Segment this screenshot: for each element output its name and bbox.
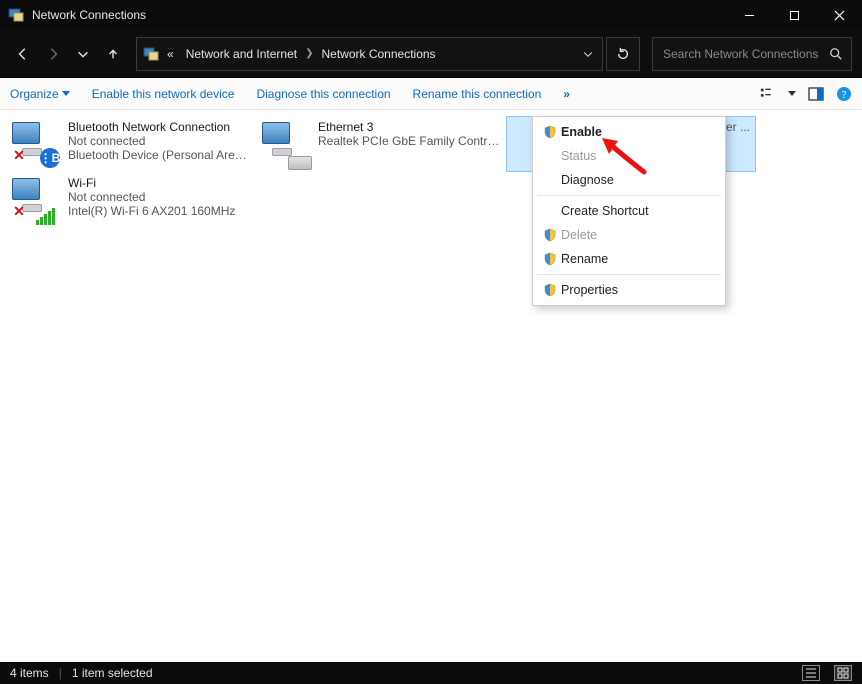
view-dropdown-icon[interactable] xyxy=(788,91,796,96)
adapter-item-bluetooth[interactable]: ✕ ⋮B Bluetooth Network Connection Not co… xyxy=(6,116,256,172)
address-dropdown-icon[interactable] xyxy=(580,48,596,60)
chevron-right-icon: ❯ xyxy=(305,48,313,59)
nav-back-button[interactable] xyxy=(10,41,36,67)
organize-menu[interactable]: Organize xyxy=(10,87,70,101)
menu-label: Delete xyxy=(561,228,713,242)
menu-item-create-shortcut[interactable]: Create Shortcut xyxy=(535,199,723,223)
search-icon[interactable] xyxy=(829,47,843,61)
adapter-device: Realtek PCIe GbE Family Controll... xyxy=(318,134,500,148)
view-options-button[interactable] xyxy=(760,86,776,102)
adapter-name: Ethernet 3 xyxy=(318,120,500,134)
wifi-signal-icon xyxy=(36,208,62,226)
app-icon xyxy=(8,7,24,23)
menu-label: Enable xyxy=(561,125,713,139)
window-title: Network Connections xyxy=(32,8,727,22)
diagnose-connection-button[interactable]: Diagnose this connection xyxy=(256,87,390,101)
chevron-down-icon xyxy=(62,91,70,96)
bluetooth-icon: ⋮B xyxy=(40,148,60,168)
adapter-list: ✕ ⋮B Bluetooth Network Connection Not co… xyxy=(0,110,862,234)
adapter-icon: ✕ ⋮B xyxy=(12,120,60,168)
enable-device-button[interactable]: Enable this network device xyxy=(92,87,235,101)
disabled-x-icon: ✕ xyxy=(12,148,26,162)
status-separator: | xyxy=(59,666,62,680)
status-item-count: 4 items xyxy=(10,666,49,680)
status-bar: 4 items | 1 item selected xyxy=(0,662,862,684)
window-controls xyxy=(727,0,862,30)
toolbar-overflow-button[interactable]: » xyxy=(563,87,568,101)
menu-item-diagnose[interactable]: Diagnose xyxy=(535,168,723,192)
command-toolbar: Organize Enable this network device Diag… xyxy=(0,78,862,110)
adapter-icon xyxy=(262,120,310,168)
shield-icon xyxy=(539,228,561,242)
adapter-item-wifi[interactable]: ✕ Wi-Fi Not connected Intel(R) Wi-Fi 6 A… xyxy=(6,172,256,228)
address-bar[interactable]: « Network and Internet ❯ Network Connect… xyxy=(136,37,603,71)
titlebar: Network Connections xyxy=(0,0,862,30)
help-button[interactable]: ? xyxy=(836,86,852,102)
minimize-button[interactable] xyxy=(727,0,772,30)
menu-item-status: Status xyxy=(535,144,723,168)
breadcrumb-prefix: « xyxy=(163,45,178,63)
shield-icon xyxy=(539,283,561,297)
shield-icon xyxy=(539,125,561,139)
nav-up-button[interactable] xyxy=(100,41,126,67)
adapter-device: Intel(R) Wi-Fi 6 AX201 160MHz xyxy=(68,204,235,218)
menu-label: Status xyxy=(561,149,713,163)
content-area[interactable]: ✕ ⋮B Bluetooth Network Connection Not co… xyxy=(0,110,862,662)
nic-card-icon xyxy=(288,156,312,170)
refresh-button[interactable] xyxy=(606,37,640,71)
menu-item-delete: Delete xyxy=(535,223,723,247)
menu-separator xyxy=(537,274,721,275)
breadcrumb-item[interactable]: Network and Internet xyxy=(182,45,301,63)
location-icon xyxy=(143,46,159,62)
svg-text:?: ? xyxy=(842,89,847,101)
breadcrumb-item[interactable]: Network Connections xyxy=(317,45,439,63)
rename-connection-button[interactable]: Rename this connection xyxy=(413,87,542,101)
close-button[interactable] xyxy=(817,0,862,30)
menu-label: Diagnose xyxy=(561,173,713,187)
adapter-status: Not connected xyxy=(68,190,235,204)
adapter-status: Not connected xyxy=(68,134,250,148)
disabled-x-icon: ✕ xyxy=(12,204,26,218)
nav-forward-button[interactable] xyxy=(40,41,66,67)
menu-label: Create Shortcut xyxy=(561,204,713,218)
adapter-icon: ✕ xyxy=(12,176,60,224)
nav-history-dropdown[interactable] xyxy=(70,41,96,67)
menu-item-rename[interactable]: Rename xyxy=(535,247,723,271)
organize-label: Organize xyxy=(10,87,59,101)
menu-separator xyxy=(537,195,721,196)
search-box[interactable] xyxy=(652,37,852,71)
maximize-button[interactable] xyxy=(772,0,817,30)
adapter-name: Wi-Fi xyxy=(68,176,235,190)
status-selected-count: 1 item selected xyxy=(72,666,153,680)
search-input[interactable] xyxy=(661,46,829,62)
preview-pane-button[interactable] xyxy=(808,86,824,102)
menu-item-properties[interactable]: Properties xyxy=(535,278,723,302)
menu-item-enable[interactable]: Enable xyxy=(535,120,723,144)
navigation-bar: « Network and Internet ❯ Network Connect… xyxy=(0,30,862,78)
shield-icon xyxy=(539,252,561,266)
menu-label: Rename xyxy=(561,252,713,266)
context-menu: Enable Status Diagnose Create Shortcut D… xyxy=(532,116,726,306)
adapter-device: Bluetooth Device (Personal Area ... xyxy=(68,148,250,162)
tiles-view-button[interactable] xyxy=(834,665,852,681)
adapter-name: Bluetooth Network Connection xyxy=(68,120,250,134)
adapter-item-ethernet[interactable]: Ethernet 3 Realtek PCIe GbE Family Contr… xyxy=(256,116,506,172)
details-view-button[interactable] xyxy=(802,665,820,681)
menu-label: Properties xyxy=(561,283,713,297)
